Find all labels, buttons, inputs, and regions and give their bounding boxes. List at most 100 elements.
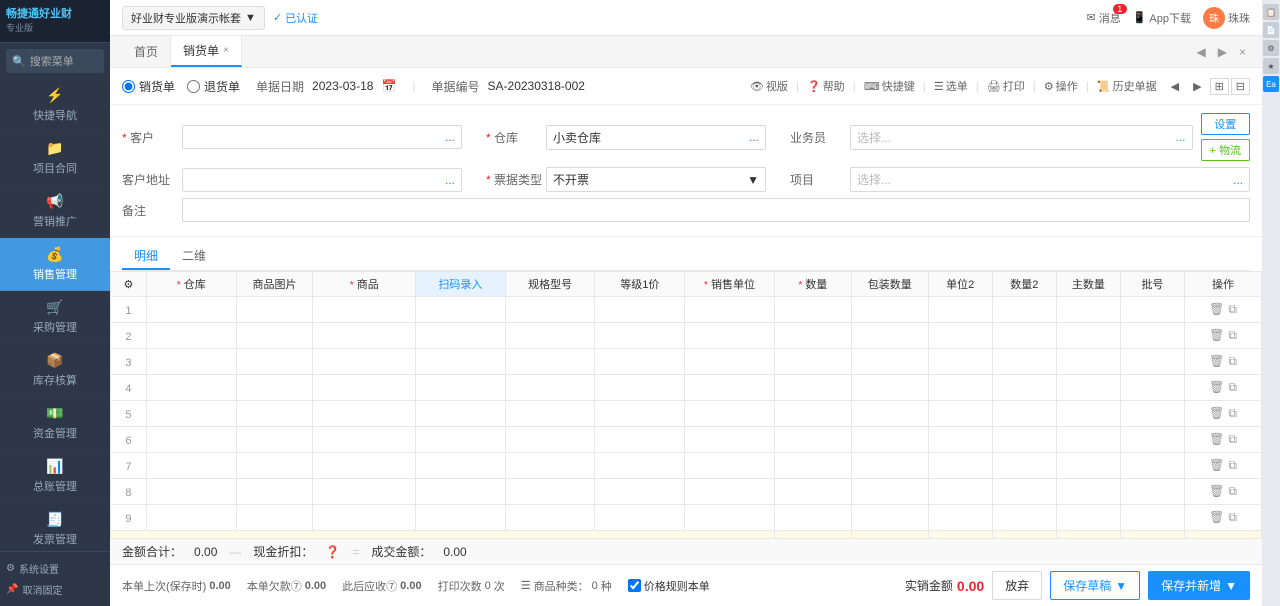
tab-next-button[interactable]: ▶ bbox=[1214, 43, 1231, 61]
copy-row9-icon[interactable]: ⧉ bbox=[1228, 510, 1237, 525]
message-button[interactable]: ✉ 消息 1 bbox=[1087, 10, 1121, 26]
tab-sales-order[interactable]: 销货单 × bbox=[171, 36, 242, 67]
row2-product[interactable] bbox=[313, 323, 416, 349]
row1-spec[interactable] bbox=[505, 297, 595, 323]
sidebar-item-project[interactable]: 📁 项目合同 bbox=[0, 132, 110, 185]
tab-close-all-button[interactable]: × bbox=[1235, 43, 1250, 61]
sidebar-item-funds[interactable]: 💵 资金管理 bbox=[0, 397, 110, 450]
sidebar-item-inventory[interactable]: 📦 库存核算 bbox=[0, 344, 110, 397]
sidebar-item-quick-nav[interactable]: ⚡ 快捷导航 bbox=[0, 79, 110, 132]
project-input[interactable]: 选择... ... bbox=[850, 167, 1250, 192]
sidebar-item-marketing[interactable]: 📢 营销推广 bbox=[0, 185, 110, 238]
tab-detail[interactable]: 明细 bbox=[122, 243, 170, 270]
price-check-input[interactable] bbox=[628, 579, 641, 592]
row2-spec[interactable] bbox=[505, 323, 595, 349]
return-radio[interactable]: 退货单 bbox=[187, 78, 240, 95]
row1-unit2[interactable] bbox=[928, 297, 992, 323]
toolbar-table-view1[interactable]: ⊞ bbox=[1210, 78, 1229, 95]
remark-input[interactable] bbox=[182, 198, 1250, 222]
row1-main-qty[interactable] bbox=[1056, 297, 1120, 323]
row2-price[interactable] bbox=[595, 323, 685, 349]
address-input[interactable]: ... bbox=[182, 168, 462, 192]
delete-row3-icon[interactable]: 🗑 bbox=[1209, 354, 1224, 369]
delete-row1-icon[interactable]: 🗑 bbox=[1209, 302, 1224, 317]
row2-main-qty[interactable] bbox=[1056, 323, 1120, 349]
sidebar-bottom-settings[interactable]: ⚙ 系统设置 bbox=[6, 558, 104, 579]
sidebar-item-invoice[interactable]: 🧾 发票管理 bbox=[0, 503, 110, 551]
right-btn-2[interactable]: 📄 bbox=[1263, 22, 1279, 38]
row1-product[interactable] bbox=[313, 297, 416, 323]
delete-row9-icon[interactable]: 🗑 bbox=[1209, 510, 1224, 525]
return-radio-input[interactable] bbox=[187, 80, 200, 93]
tab-2d[interactable]: 二维 bbox=[170, 243, 218, 270]
row2-unit2[interactable] bbox=[928, 323, 992, 349]
row2-unit[interactable] bbox=[685, 323, 775, 349]
row1-batch[interactable] bbox=[1120, 297, 1184, 323]
copy-row7-icon[interactable]: ⧉ bbox=[1228, 458, 1237, 473]
save-draft-button[interactable]: 保存草稿 ▼ bbox=[1050, 571, 1140, 600]
toolbar-operation-btn[interactable]: ⚙ 操作 bbox=[1038, 76, 1084, 96]
toolbar-view-btn[interactable]: 👁 视版 bbox=[744, 76, 794, 96]
toolbar-nav-next[interactable]: ▶ bbox=[1187, 78, 1207, 95]
row2-warehouse[interactable] bbox=[146, 323, 236, 349]
row1-warehouse[interactable] bbox=[146, 297, 236, 323]
toolbar-nav-prev[interactable]: ◀ bbox=[1165, 78, 1185, 95]
copy-row5-icon[interactable]: ⧉ bbox=[1228, 406, 1237, 421]
import-col-header[interactable]: 扫码录入 bbox=[416, 272, 506, 297]
row1-qty[interactable] bbox=[774, 297, 851, 323]
row1-price[interactable] bbox=[595, 297, 685, 323]
sales-radio[interactable]: 销货单 bbox=[122, 78, 175, 95]
delete-row4-icon[interactable]: 🗑 bbox=[1209, 380, 1224, 395]
tab-close-icon[interactable]: × bbox=[223, 45, 229, 56]
sidebar-item-sales[interactable]: 💰 销售管理 bbox=[0, 238, 110, 291]
delete-row8-icon[interactable]: 🗑 bbox=[1209, 484, 1224, 499]
price-check-label[interactable]: 价格规则本单 bbox=[628, 578, 710, 594]
copy-row2-icon[interactable]: ⧉ bbox=[1228, 328, 1237, 343]
row1-unit[interactable] bbox=[685, 297, 775, 323]
warehouse-input[interactable]: 小卖仓库 ... bbox=[546, 125, 766, 150]
delete-row2-icon[interactable]: 🗑 bbox=[1209, 328, 1224, 343]
tab-prev-button[interactable]: ◀ bbox=[1193, 43, 1210, 61]
app-download-button[interactable]: 📱 App下载 bbox=[1133, 10, 1191, 26]
copy-row4-icon[interactable]: ⧉ bbox=[1228, 380, 1237, 395]
user-button[interactable]: 珠 珠珠 bbox=[1203, 7, 1250, 29]
toolbar-table-view2[interactable]: ⊟ bbox=[1231, 78, 1250, 95]
copy-row1-icon[interactable]: ⧉ bbox=[1228, 302, 1237, 317]
settings-col-header[interactable]: ⚙ bbox=[111, 272, 147, 297]
row1-image[interactable] bbox=[236, 297, 313, 323]
sidebar-item-accounts[interactable]: 📊 总账管理 bbox=[0, 450, 110, 503]
copy-row8-icon[interactable]: ⧉ bbox=[1228, 484, 1237, 499]
toolbar-select-btn[interactable]: ☰ 选单 bbox=[928, 76, 974, 96]
invoice-select[interactable]: 不开票 ▼ bbox=[546, 167, 766, 192]
calendar-icon[interactable]: 📅 bbox=[381, 79, 396, 93]
toolbar-help-btn[interactable]: ❓ 帮助 bbox=[801, 76, 851, 96]
row1-import[interactable] bbox=[416, 297, 506, 323]
right-btn-4[interactable]: ★ bbox=[1263, 58, 1279, 74]
row1-qty2[interactable] bbox=[992, 297, 1056, 323]
delete-row7-icon[interactable]: 🗑 bbox=[1209, 458, 1224, 473]
row2-import[interactable] bbox=[416, 323, 506, 349]
company-selector[interactable]: 好业财专业版演示帐套 ▼ bbox=[122, 6, 265, 30]
add-logistics-button[interactable]: + 物流 bbox=[1201, 139, 1250, 161]
setup-button[interactable]: 设置 bbox=[1201, 113, 1250, 135]
right-btn-1[interactable]: 📋 bbox=[1263, 4, 1279, 20]
copy-row6-icon[interactable]: ⧉ bbox=[1228, 432, 1237, 447]
sales-radio-input[interactable] bbox=[122, 80, 135, 93]
toolbar-print-btn[interactable]: 🖨 打印 bbox=[981, 76, 1031, 96]
row1-pack-qty[interactable] bbox=[851, 297, 928, 323]
row2-pack-qty[interactable] bbox=[851, 323, 928, 349]
toolbar-history-btn[interactable]: 📜 历史单据 bbox=[1091, 76, 1163, 96]
row2-batch[interactable] bbox=[1120, 323, 1184, 349]
search-button[interactable]: 🔍 搜索菜单 bbox=[6, 49, 104, 73]
row2-qty2[interactable] bbox=[992, 323, 1056, 349]
delete-row5-icon[interactable]: 🗑 bbox=[1209, 406, 1224, 421]
save-new-button[interactable]: 保存并新增 ▼ bbox=[1148, 571, 1250, 600]
abandon-button[interactable]: 放弃 bbox=[992, 571, 1042, 600]
copy-row3-icon[interactable]: ⧉ bbox=[1228, 354, 1237, 369]
sidebar-bottom-cancel-fixed[interactable]: 📌 取消固定 bbox=[6, 579, 104, 600]
salesperson-input[interactable]: 选择... ... bbox=[850, 125, 1193, 150]
customer-input[interactable]: ... bbox=[182, 125, 462, 149]
row2-qty[interactable] bbox=[774, 323, 851, 349]
delete-row6-icon[interactable]: 🗑 bbox=[1209, 432, 1224, 447]
tab-home[interactable]: 首页 bbox=[122, 37, 171, 66]
